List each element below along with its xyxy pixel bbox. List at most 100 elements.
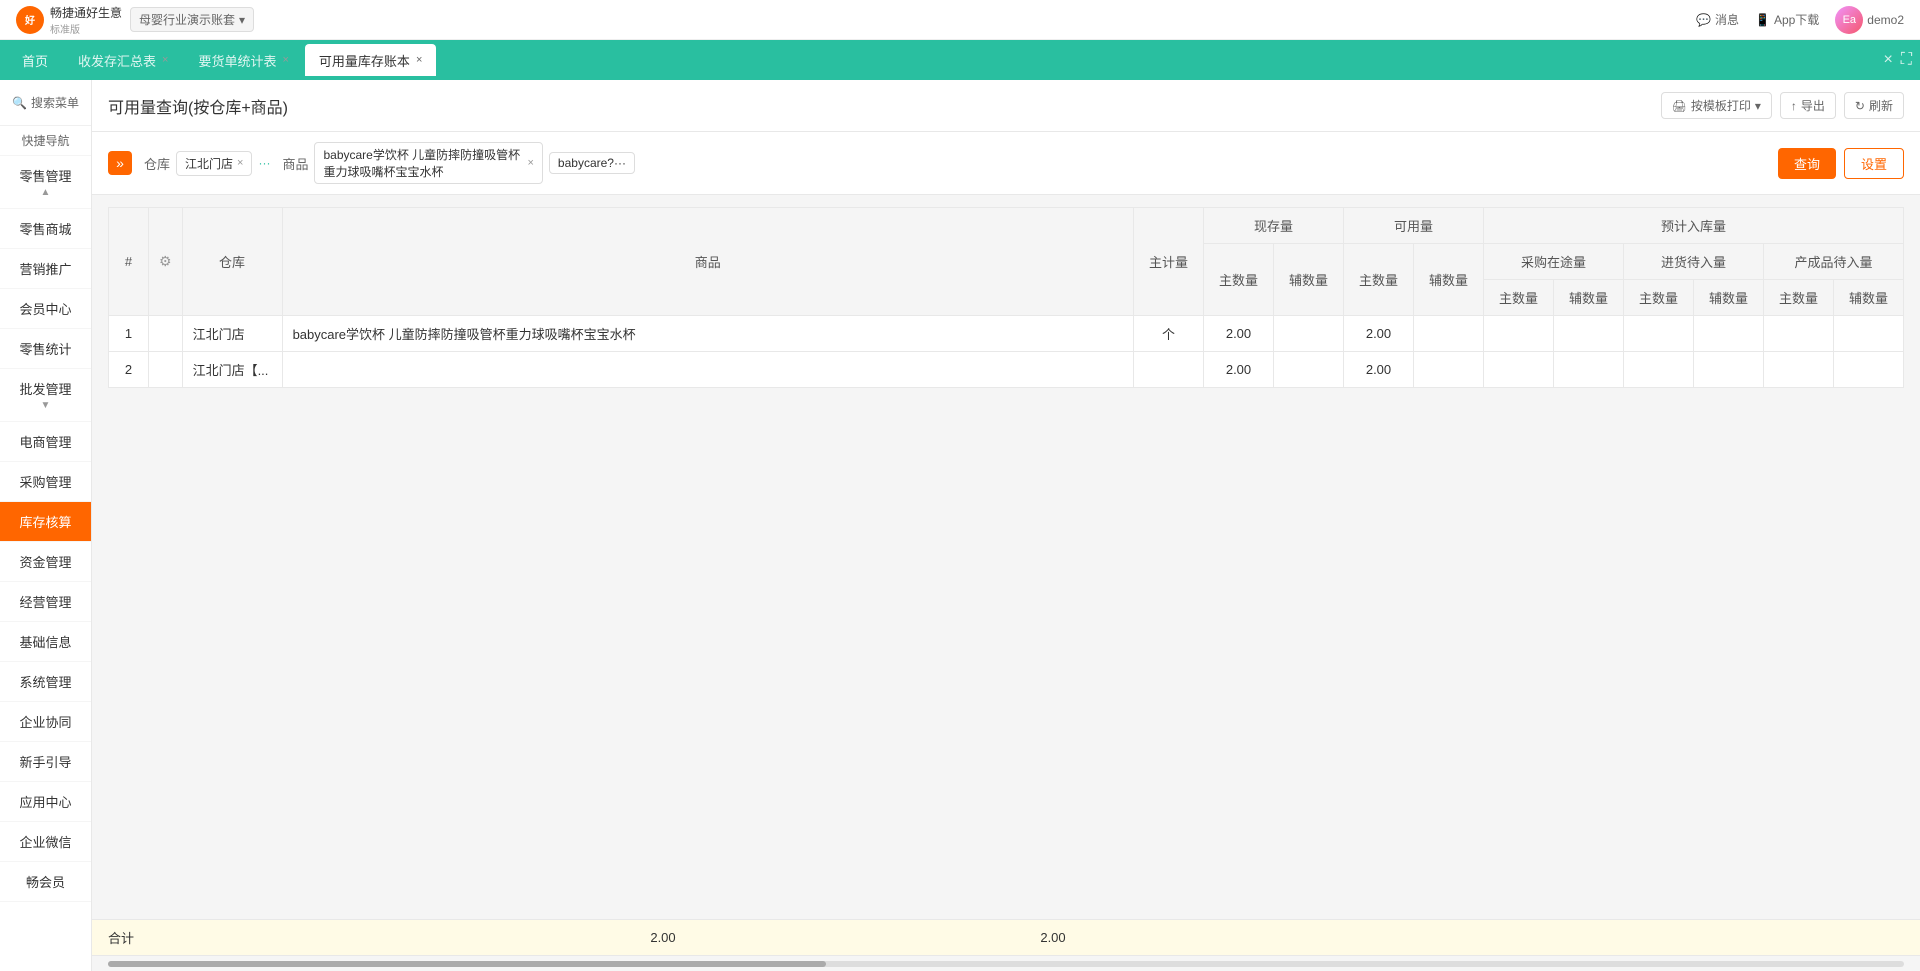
col-current-sub-qty-header: 辅数量 [1274, 244, 1344, 316]
col-settings-header[interactable]: ⚙ [149, 208, 183, 316]
warehouse-tag-value: 江北门店 [185, 155, 233, 172]
cell-purchase-transit-sub [1554, 352, 1624, 388]
sidebar-item-purchase-label: 采购管理 [19, 472, 71, 491]
col-available-sub-qty-header: 辅数量 [1414, 244, 1484, 316]
warehouse-label: 仓库 [144, 154, 170, 173]
sidebar-item-system-label: 系统管理 [19, 672, 71, 691]
table-row: 2 江北门店【... 2.00 2.00 [109, 352, 1904, 388]
sidebar-item-inventory[interactable]: 库存核算 [0, 502, 91, 542]
sidebar-item-wholesale[interactable]: 批发管理 ▼ [0, 369, 91, 422]
tab-home[interactable]: 首页 [8, 44, 62, 76]
chevron-down-print-icon: ▾ [1755, 99, 1761, 113]
export-btn[interactable]: ↑ 导出 [1780, 92, 1836, 119]
sidebar-item-finance-label: 资金管理 [19, 552, 71, 571]
cell-available-sub-qty [1414, 316, 1484, 352]
product-tag[interactable]: babycare学饮杯 儿童防摔防撞吸管杯重力球吸嘴杯宝宝水杯 × [314, 142, 542, 184]
table-row: 1 江北门店 babycare学饮杯 儿童防摔防撞吸管杯重力球吸嘴杯宝宝水杯 个… [109, 316, 1904, 352]
export-icon: ↑ [1791, 99, 1797, 113]
product-tag2[interactable]: babycare?··· [549, 152, 635, 174]
tab-available-label: 可用量库存账本 [319, 51, 410, 70]
close-all-btn[interactable]: × [1883, 51, 1892, 69]
cell-warehouse: 江北门店【... [182, 352, 282, 388]
scroll-track[interactable] [108, 961, 1904, 967]
export-label: 导出 [1801, 97, 1825, 114]
brand-name-area: 畅捷通好生意 标准版 [50, 4, 122, 36]
product-tag-value: babycare学饮杯 儿童防摔防撞吸管杯重力球吸嘴杯宝宝水杯 [323, 146, 523, 180]
print-label: 按模板打印 [1691, 97, 1751, 114]
sidebar-item-newbie-label: 新手引导 [19, 752, 71, 771]
col-current-stock-header: 现存量 [1204, 208, 1344, 244]
print-icon: 🖨 [1672, 99, 1687, 113]
sidebar-item-retail-stat[interactable]: 零售统计 [0, 329, 91, 369]
refresh-btn[interactable]: ↻ 刷新 [1844, 92, 1904, 119]
scroll-thumb[interactable] [108, 961, 826, 967]
search-menu-btn[interactable]: 🔍 搜索菜单 [8, 90, 83, 115]
tab-receive[interactable]: 收发存汇总表 × [64, 44, 182, 76]
search-icon: 🔍 [12, 96, 27, 110]
user-profile[interactable]: Ea demo2 [1835, 6, 1904, 34]
sidebar-item-purchase[interactable]: 采购管理 [0, 462, 91, 502]
industry-selector[interactable]: 母婴行业演示账套 ▾ [130, 7, 254, 32]
sidebar-item-enterprise[interactable]: 企业协同 [0, 702, 91, 742]
fullscreen-btn[interactable]: ⛶ [1901, 51, 1912, 69]
warehouse-tag-close[interactable]: × [237, 157, 243, 169]
product-tag-close[interactable]: × [527, 157, 533, 169]
sidebar-item-vip-label: 畅会员 [26, 872, 65, 891]
print-btn[interactable]: 🖨 按模板打印 ▾ [1661, 92, 1772, 119]
tab-receive-close[interactable]: × [162, 54, 168, 66]
sidebar-item-finance[interactable]: 资金管理 [0, 542, 91, 582]
cell-purchase-pending-main [1624, 316, 1694, 352]
top-bar-left: 好 畅捷通好生意 标准版 母婴行业演示账套 ▾ [16, 4, 254, 36]
cell-production-pending-main [1764, 352, 1834, 388]
cell-product: babycare学饮杯 儿童防摔防撞吸管杯重力球吸嘴杯宝宝水杯 [282, 316, 1133, 352]
col-number-header: # [109, 208, 149, 316]
sidebar-item-apps[interactable]: 应用中心 [0, 782, 91, 822]
sidebar-item-wechat-label: 企业微信 [19, 832, 71, 851]
warehouse-more-btn[interactable]: ··· [258, 156, 270, 170]
cell-production-pending-sub [1834, 352, 1904, 388]
sidebar-item-basic[interactable]: 基础信息 [0, 622, 91, 662]
sidebar-item-retail-shop[interactable]: 零售商城 [0, 209, 91, 249]
filter-actions: 查询 设置 [1778, 148, 1904, 179]
cell-purchase-transit-main [1484, 316, 1554, 352]
tab-order[interactable]: 要货单统计表 × [184, 44, 302, 76]
settings-btn[interactable]: 设置 [1844, 148, 1904, 179]
chevron-down-icon-wholesale: ▼ [41, 400, 51, 411]
refresh-icon: ↻ [1855, 99, 1865, 113]
sidebar-menu: 零售管理 ▲ 零售商城 营销推广 会员中心 零售统计 批发管理 ▼ 电商管理 [0, 156, 91, 902]
col-current-main-qty-header: 主数量 [1204, 244, 1274, 316]
query-btn[interactable]: 查询 [1778, 148, 1836, 179]
col-production-pending-header: 产成品待入量 [1764, 244, 1904, 280]
warehouse-filter: 仓库 江北门店 × ··· [144, 151, 270, 176]
quick-nav-btn[interactable]: 快捷导航 [0, 126, 91, 156]
cell-current-sub-qty [1274, 316, 1344, 352]
sidebar-item-marketing[interactable]: 营销推广 [0, 249, 91, 289]
tab-order-close[interactable]: × [282, 54, 288, 66]
sidebar-item-retail[interactable]: 零售管理 ▲ [0, 156, 91, 209]
settings-gear-icon[interactable]: ⚙ [159, 253, 172, 269]
sidebar-item-newbie[interactable]: 新手引导 [0, 742, 91, 782]
sidebar-item-wechat[interactable]: 企业微信 [0, 822, 91, 862]
top-bar-right: 💬 消息 📱 App下载 Ea demo2 [1696, 6, 1904, 34]
product-filter: 商品 babycare学饮杯 儿童防摔防撞吸管杯重力球吸嘴杯宝宝水杯 × bab… [282, 142, 634, 184]
cell-number: 1 [109, 316, 149, 352]
sidebar-item-ecommerce[interactable]: 电商管理 [0, 422, 91, 462]
sidebar-item-member[interactable]: 会员中心 [0, 289, 91, 329]
col-production-pending-main-header: 主数量 [1764, 280, 1834, 316]
tab-available[interactable]: 可用量库存账本 × [305, 44, 436, 76]
cell-available-sub-qty [1414, 352, 1484, 388]
cell-current-main-qty: 2.00 [1204, 352, 1274, 388]
scroll-bar[interactable] [92, 955, 1920, 971]
cell-purchase-pending-main [1624, 352, 1694, 388]
app-download-btn[interactable]: 📱 App下载 [1755, 11, 1819, 28]
message-btn[interactable]: 💬 消息 [1696, 11, 1739, 28]
warehouse-tag[interactable]: 江北门店 × [176, 151, 252, 176]
sidebar-item-vip[interactable]: 畅会员 [0, 862, 91, 902]
sidebar-item-operations[interactable]: 经营管理 [0, 582, 91, 622]
col-purchase-transit-main-header: 主数量 [1484, 280, 1554, 316]
content-area: 可用量查询(按仓库+商品) 🖨 按模板打印 ▾ ↑ 导出 ↻ 刷新 [92, 80, 1920, 971]
tab-available-close[interactable]: × [416, 54, 422, 66]
cell-settings [149, 316, 183, 352]
sidebar-item-system[interactable]: 系统管理 [0, 662, 91, 702]
filter-expand-btn[interactable]: » [108, 151, 132, 175]
